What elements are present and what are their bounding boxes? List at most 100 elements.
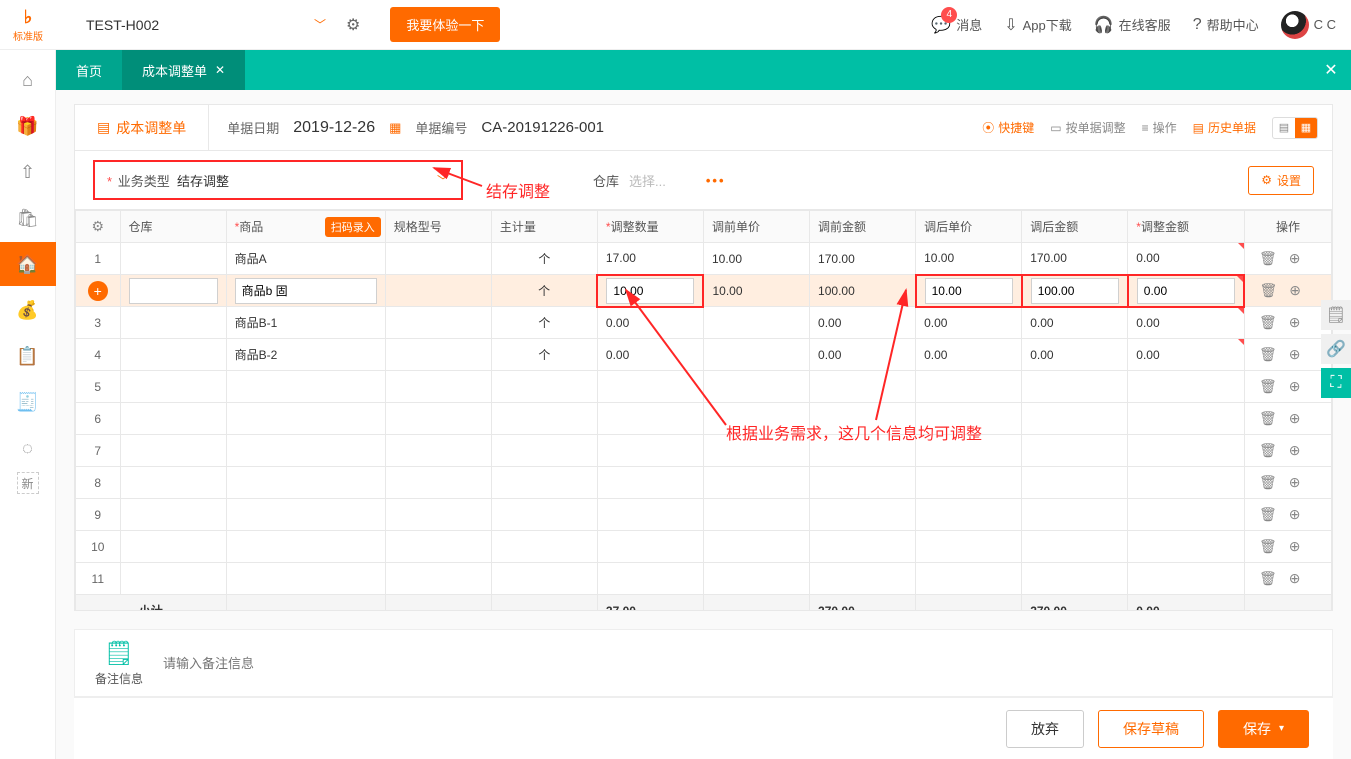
cell-product[interactable]: 商品A [226,243,385,275]
customer-service-link[interactable]: 🎧 在线客服 [1094,15,1171,35]
col-product[interactable]: *商品扫码录入 [226,211,385,243]
delete-row-icon[interactable]: 🗑 [1259,314,1277,330]
cta-button[interactable]: 我要体验一下 [390,7,500,42]
business-type-select[interactable]: * 业务类型 结存调整 ﹀ [93,160,463,200]
cell-unit[interactable] [491,563,597,595]
doc-title-tab[interactable]: ▤ 成本调整单 [75,105,209,151]
copy-row-icon[interactable]: ⊕ [1289,250,1301,266]
delete-row-icon[interactable]: 🗑 [1259,378,1277,394]
cell-unit[interactable] [491,371,597,403]
row-index[interactable]: 7 [76,435,121,467]
cell-spec[interactable] [385,371,491,403]
cell-pre-price[interactable] [703,307,809,339]
copy-row-icon[interactable]: ⊕ [1289,282,1301,298]
row-index[interactable]: 5 [76,371,121,403]
cell-adj-amt[interactable] [1128,499,1245,531]
table-row[interactable]: 10🗑⊕ [76,531,1332,563]
cell-qty[interactable] [597,435,703,467]
cell-pre-amt[interactable]: 0.00 [810,339,916,371]
delete-row-icon[interactable]: 🗑 [1259,250,1277,266]
cell-product[interactable] [226,371,385,403]
cell-pre-amt[interactable]: 100.00 [810,275,916,307]
add-row-icon[interactable]: + [88,281,108,301]
cell-post-amt[interactable] [1022,563,1128,595]
col-adj-amt[interactable]: *调整金额 [1128,211,1245,243]
cell-warehouse[interactable] [120,371,226,403]
copy-row-icon[interactable]: ⊕ [1289,474,1301,490]
expand-tool-icon[interactable]: ⛶ [1321,368,1351,398]
cell-adj-amt[interactable] [1128,563,1245,595]
cell-warehouse[interactable] [120,499,226,531]
cell-qty[interactable] [597,275,703,307]
row-index[interactable]: 11 [76,563,121,595]
cell-unit[interactable] [491,499,597,531]
table-row[interactable]: 4商品B-2个0.000.000.000.000.00🗑⊕ [76,339,1332,371]
save-button[interactable]: 保存▾ [1218,710,1309,748]
cell-pre-amt[interactable]: 170.00 [810,243,916,275]
cell-post-price[interactable]: 0.00 [916,307,1022,339]
cell-post-amt[interactable] [1022,531,1128,563]
cell-post-price[interactable] [916,499,1022,531]
copy-row-icon[interactable]: ⊕ [1289,442,1301,458]
cell-post-price[interactable] [916,371,1022,403]
cell-pre-amt[interactable] [810,371,916,403]
cell-post-price[interactable] [916,275,1022,307]
cell-product[interactable] [226,563,385,595]
view-list-icon[interactable]: ▤ [1273,118,1295,138]
row-index[interactable]: 1 [76,243,121,275]
copy-row-icon[interactable]: ⊕ [1289,570,1301,586]
cell-pre-price[interactable] [703,467,809,499]
cell-product[interactable]: 商品B-1 [226,307,385,339]
cell-qty[interactable]: 17.00 [597,243,703,275]
close-all-icon[interactable]: ✕ [1311,50,1351,90]
delete-row-icon[interactable]: 🗑 [1259,538,1277,554]
cell-spec[interactable] [385,339,491,371]
nav-finance-icon[interactable]: 🧾 [0,380,56,424]
tab-home[interactable]: 首页 [56,50,122,90]
note-tool-icon[interactable]: 🗒 [1321,300,1351,330]
delete-row-icon[interactable]: 🗑 [1259,442,1277,458]
col-qty[interactable]: *调整数量 [597,211,703,243]
cell-product[interactable] [226,531,385,563]
nav-bag-icon[interactable]: 🛍 [0,196,56,240]
cell-spec[interactable] [385,435,491,467]
cell-qty[interactable] [597,499,703,531]
cell-warehouse[interactable] [120,307,226,339]
cell-warehouse[interactable] [120,531,226,563]
product-input[interactable] [235,278,377,304]
cell-adj-amt[interactable] [1128,531,1245,563]
cell-unit[interactable] [491,531,597,563]
close-icon[interactable]: ✕ [215,63,225,77]
link-tool-icon[interactable]: 🔗 [1321,334,1351,364]
delete-row-icon[interactable]: 🗑 [1259,506,1277,522]
help-center-link[interactable]: ? 帮助中心 [1193,15,1259,34]
cell-pre-amt[interactable] [810,435,916,467]
cell-post-price[interactable] [916,467,1022,499]
row-index[interactable]: 4 [76,339,121,371]
table-row[interactable]: 9🗑⊕ [76,499,1332,531]
table-row[interactable]: +个10.00100.00🗑⊕ [76,275,1332,307]
delete-row-icon[interactable]: 🗑 [1259,346,1277,362]
cell-qty[interactable] [597,371,703,403]
table-row[interactable]: 11🗑⊕ [76,563,1332,595]
ops-link[interactable]: ≡操作 [1142,119,1177,136]
nav-home-icon[interactable]: ⌂ [0,58,56,102]
col-post-price[interactable]: 调后单价 [916,211,1022,243]
cell-warehouse[interactable] [120,467,226,499]
delete-row-icon[interactable]: 🗑 [1259,410,1277,426]
cell-unit[interactable] [491,435,597,467]
copy-row-icon[interactable]: ⊕ [1289,506,1301,522]
warehouse-input[interactable] [129,278,218,304]
cell-pre-price[interactable] [703,499,809,531]
cell-pre-price[interactable] [703,531,809,563]
cell-unit[interactable]: 个 [491,275,597,307]
cell-pre-amt[interactable]: 0.00 [810,307,916,339]
cell-spec[interactable] [385,275,491,307]
org-selector[interactable]: TEST-H002 ﹀ [86,17,336,33]
col-pre-amt[interactable]: 调前金额 [810,211,916,243]
cell-post-amt[interactable] [1022,467,1128,499]
cell-pre-price[interactable] [703,339,809,371]
cell-warehouse[interactable] [120,243,226,275]
cell-product[interactable] [226,467,385,499]
scan-badge[interactable]: 扫码录入 [325,217,381,237]
